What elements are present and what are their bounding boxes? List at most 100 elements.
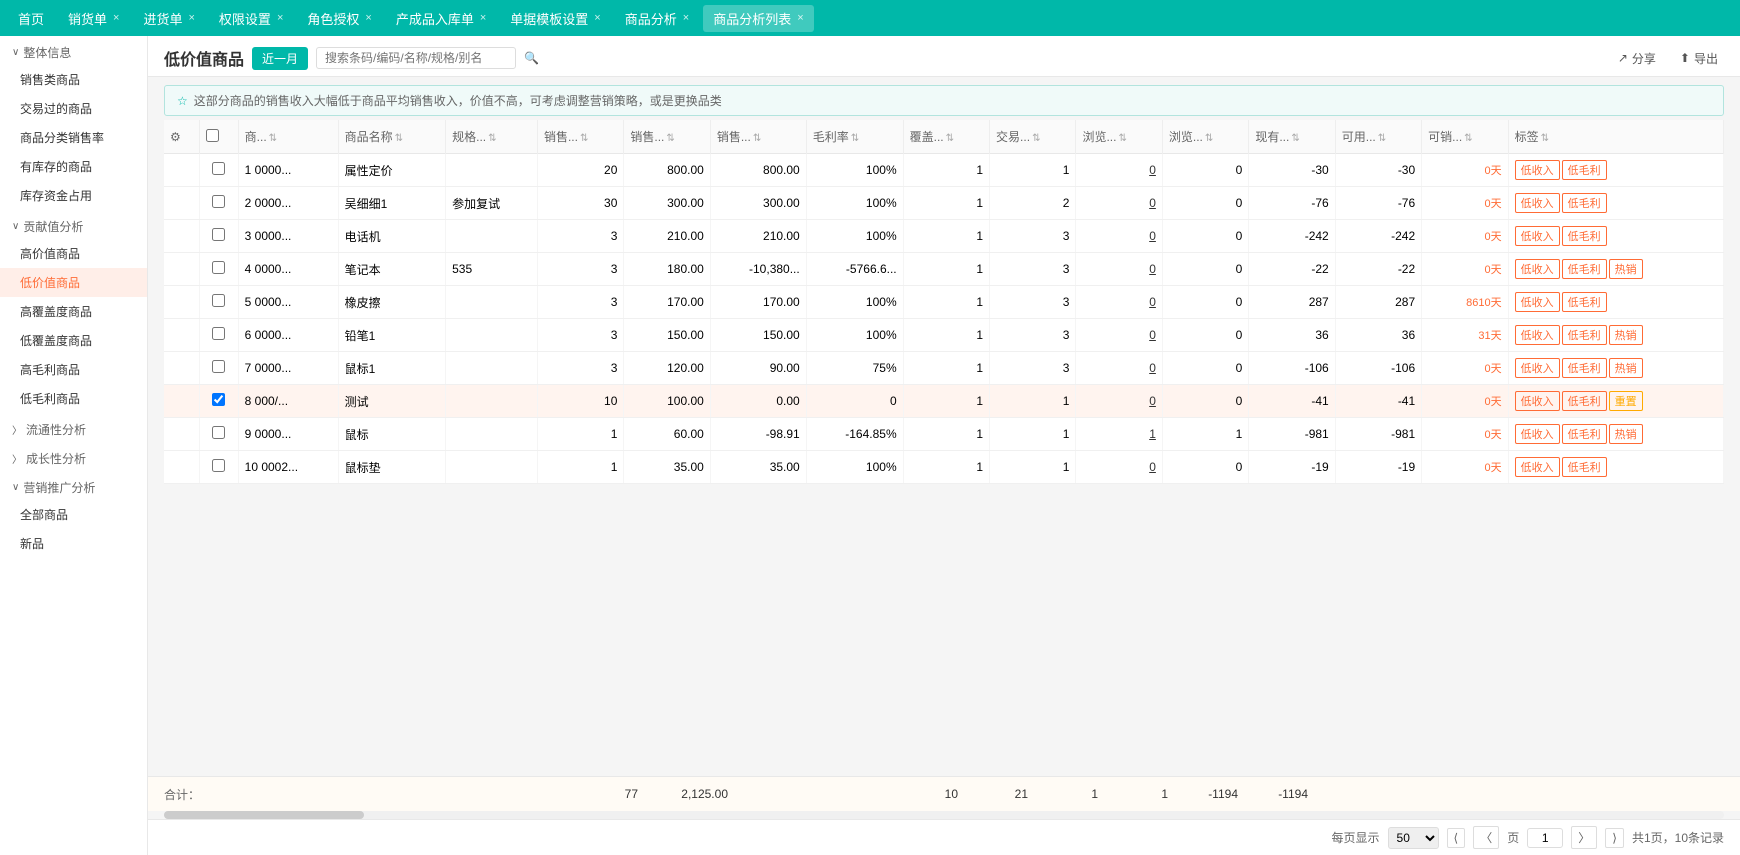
share-button[interactable]: ↗ 分享 (1612, 48, 1662, 69)
col-sales-avg[interactable]: 销售...⇅ (710, 120, 806, 154)
sidebar-item[interactable]: 低毛利商品 (0, 384, 147, 413)
search-input[interactable] (316, 47, 516, 69)
nav-tab[interactable]: 单据模板设置× (500, 5, 610, 32)
last-page-btn[interactable]: ⟩ (1605, 828, 1624, 848)
nav-tab[interactable]: 进货单× (133, 5, 204, 32)
sidebar-item[interactable]: 高价值商品 (0, 239, 147, 268)
table-container[interactable]: ⚙ 商...⇅ 商品名称⇅ 规格...⇅ 销售...⇅ 销售...⇅ 销售...… (164, 120, 1724, 776)
close-icon[interactable]: × (594, 12, 600, 24)
scroll-thumb[interactable] (164, 811, 364, 819)
first-page-btn[interactable]: ⟨ (1447, 828, 1466, 848)
col-usable[interactable]: 可用...⇅ (1335, 120, 1421, 154)
sidebar-item[interactable]: 库存资金占用 (0, 181, 147, 210)
page-number-input[interactable] (1527, 828, 1563, 848)
row-browse1[interactable]: 0 (1076, 187, 1162, 220)
browse1-value[interactable]: 0 (1149, 163, 1156, 177)
per-page-select[interactable]: 50 100 200 (1388, 827, 1439, 849)
browse1-value[interactable]: 0 (1149, 196, 1156, 210)
export-button[interactable]: ⬆ 导出 (1674, 48, 1724, 69)
row-select-checkbox[interactable] (212, 228, 225, 241)
sidebar-group-header[interactable]: ∨贡献值分析 (0, 210, 147, 239)
browse1-value[interactable]: 0 (1149, 328, 1156, 342)
row-select-checkbox[interactable] (212, 459, 225, 472)
nav-tab[interactable]: 角色授权× (297, 5, 381, 32)
browse1-value[interactable]: 0 (1149, 295, 1156, 309)
sidebar-item[interactable]: 低覆盖度商品 (0, 326, 147, 355)
next-page-btn[interactable]: 〉 (1571, 826, 1597, 849)
col-code[interactable]: 商...⇅ (238, 120, 338, 154)
browse1-value[interactable]: 0 (1149, 262, 1156, 276)
col-checkbox[interactable] (199, 120, 238, 154)
row-select-checkbox[interactable] (212, 327, 225, 340)
row-checkbox[interactable] (199, 418, 238, 451)
col-gross-rate[interactable]: 毛利率⇅ (806, 120, 903, 154)
browse1-value[interactable]: 0 (1149, 460, 1156, 474)
sidebar-item[interactable]: 高覆盖度商品 (0, 297, 147, 326)
nav-tab[interactable]: 产成品入库单× (386, 5, 496, 32)
browse1-value[interactable]: 0 (1149, 229, 1156, 243)
col-browse2[interactable]: 浏览...⇅ (1162, 120, 1248, 154)
settings-icon[interactable]: ⚙ (170, 130, 181, 144)
search-icon[interactable]: 🔍 (524, 51, 539, 65)
row-checkbox[interactable] (199, 154, 238, 187)
col-sales-amt[interactable]: 销售...⇅ (624, 120, 710, 154)
row-select-checkbox[interactable] (212, 162, 225, 175)
row-browse1[interactable]: 0 (1076, 385, 1162, 418)
select-all-checkbox[interactable] (206, 129, 219, 142)
row-checkbox[interactable] (199, 352, 238, 385)
col-trade[interactable]: 交易...⇅ (990, 120, 1076, 154)
nav-tab[interactable]: 销货单× (58, 5, 129, 32)
sidebar-group-header[interactable]: 〉成长性分析 (0, 442, 147, 471)
row-checkbox[interactable] (199, 451, 238, 484)
row-select-checkbox[interactable] (212, 360, 225, 373)
row-checkbox[interactable] (199, 385, 238, 418)
row-select-checkbox[interactable] (212, 426, 225, 439)
row-checkbox[interactable] (199, 319, 238, 352)
sidebar-item[interactable]: 高毛利商品 (0, 355, 147, 384)
col-settings[interactable]: ⚙ (164, 120, 199, 154)
row-browse1[interactable]: 0 (1076, 253, 1162, 286)
row-browse1[interactable]: 0 (1076, 220, 1162, 253)
row-select-checkbox[interactable] (212, 261, 225, 274)
sidebar-item[interactable]: 有库存的商品 (0, 152, 147, 181)
row-checkbox[interactable] (199, 187, 238, 220)
close-icon[interactable]: × (683, 12, 689, 24)
browse1-value[interactable]: 0 (1149, 361, 1156, 375)
row-checkbox[interactable] (199, 286, 238, 319)
row-browse1[interactable]: 0 (1076, 352, 1162, 385)
nav-tab[interactable]: 首页 (8, 5, 54, 32)
prev-page-btn[interactable]: 〈 (1473, 826, 1499, 849)
col-current[interactable]: 现有...⇅ (1249, 120, 1335, 154)
horizontal-scrollbar[interactable] (164, 811, 1724, 819)
col-cover[interactable]: 覆盖...⇅ (903, 120, 989, 154)
row-browse1[interactable]: 0 (1076, 286, 1162, 319)
sidebar-group-header[interactable]: 〉流通性分析 (0, 413, 147, 442)
browse1-value[interactable]: 0 (1149, 394, 1156, 408)
row-select-checkbox[interactable] (212, 195, 225, 208)
sidebar-group-header[interactable]: ∨营销推广分析 (0, 471, 147, 500)
row-checkbox[interactable] (199, 220, 238, 253)
nav-tab[interactable]: 商品分析× (615, 5, 699, 32)
sidebar-group-header[interactable]: ∨整体信息 (0, 36, 147, 65)
col-tag[interactable]: 标签⇅ (1508, 120, 1723, 154)
sidebar-item[interactable]: 全部商品 (0, 500, 147, 529)
sidebar-item[interactable]: 交易过的商品 (0, 94, 147, 123)
row-browse1[interactable]: 0 (1076, 154, 1162, 187)
sidebar-item[interactable]: 商品分类销售率 (0, 123, 147, 152)
row-checkbox[interactable] (199, 253, 238, 286)
close-icon[interactable]: × (277, 12, 283, 24)
close-icon[interactable]: × (188, 12, 194, 24)
sidebar-item[interactable]: 新品 (0, 529, 147, 558)
col-browse1[interactable]: 浏览...⇅ (1076, 120, 1162, 154)
browse1-value[interactable]: 1 (1149, 427, 1156, 441)
col-saleable[interactable]: 可销...⇅ (1422, 120, 1508, 154)
close-icon[interactable]: × (797, 12, 803, 24)
col-name[interactable]: 商品名称⇅ (338, 120, 446, 154)
close-icon[interactable]: × (480, 12, 486, 24)
sidebar-item[interactable]: 低价值商品 (0, 268, 147, 297)
filter-button[interactable]: 近一月 (252, 47, 308, 70)
row-select-checkbox[interactable] (212, 294, 225, 307)
col-spec[interactable]: 规格...⇅ (446, 120, 538, 154)
row-select-checkbox[interactable] (212, 393, 225, 406)
close-icon[interactable]: × (113, 12, 119, 24)
